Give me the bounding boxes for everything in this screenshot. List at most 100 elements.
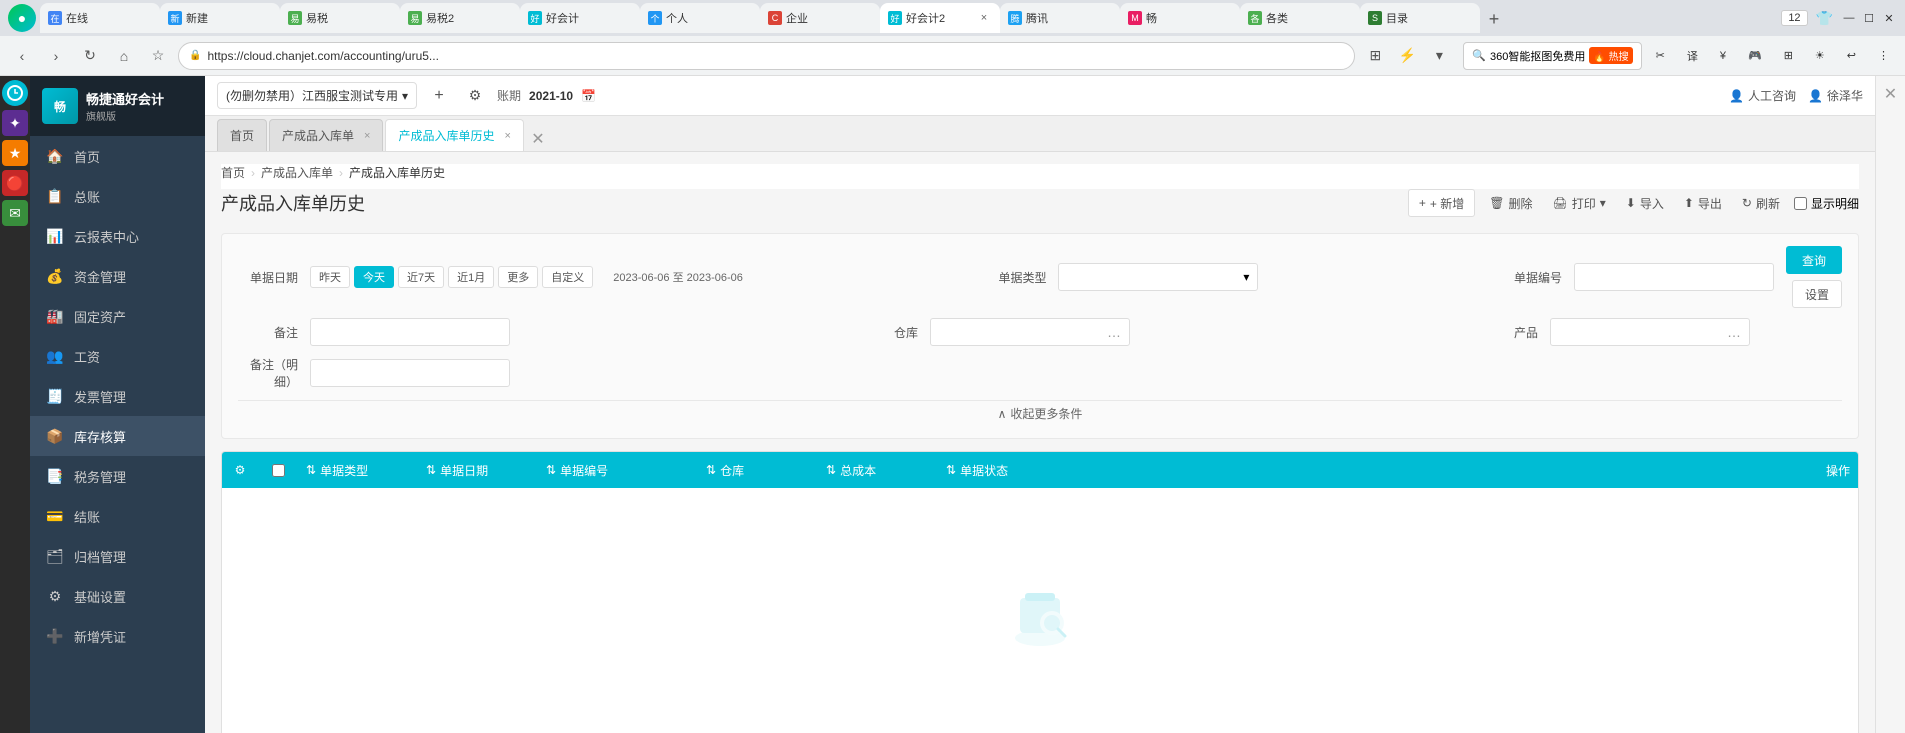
- sidebar-item-settings[interactable]: ⚙ 基础设置: [30, 576, 205, 616]
- close-button[interactable]: ✕: [1881, 10, 1897, 26]
- note-input[interactable]: [310, 318, 510, 346]
- grid-icon[interactable]: ⊞: [1361, 42, 1389, 70]
- delete-button[interactable]: 🗑 删除: [1483, 191, 1538, 216]
- browser-tab-12[interactable]: S 目录: [1360, 3, 1480, 33]
- date-btn-today[interactable]: 今天: [354, 266, 394, 288]
- back-button[interactable]: ‹: [8, 42, 36, 70]
- maximize-button[interactable]: ☐: [1861, 10, 1877, 26]
- app-icon-5[interactable]: ✉: [2, 200, 28, 226]
- lightning-icon[interactable]: ⚡: [1393, 42, 1421, 70]
- forward-button[interactable]: ›: [42, 42, 70, 70]
- theme-btn[interactable]: ☀: [1807, 42, 1833, 70]
- th-warehouse[interactable]: ⇅ 仓库: [698, 462, 818, 479]
- sidebar-item-new-voucher[interactable]: ➕ 新增凭证: [30, 616, 205, 656]
- date-btn-yesterday[interactable]: 昨天: [310, 266, 350, 288]
- tab-close-8[interactable]: ×: [976, 10, 992, 26]
- select-all-checkbox[interactable]: [272, 464, 285, 477]
- scissors-btn[interactable]: ✂: [1648, 42, 1673, 70]
- import-button[interactable]: ⬇ 导入: [1620, 191, 1670, 216]
- service-button[interactable]: 👤 人工咨询: [1729, 87, 1796, 104]
- app-icon-1[interactable]: [2, 80, 28, 106]
- export-button[interactable]: ⬆ 导出: [1678, 191, 1728, 216]
- th-checkbox[interactable]: [258, 464, 298, 477]
- voucher-no-input[interactable]: [1574, 263, 1774, 291]
- new-tab-button[interactable]: +: [1480, 5, 1508, 33]
- sidebar-item-tax[interactable]: 📑 税务管理: [30, 456, 205, 496]
- refresh-browser-button[interactable]: ↻: [76, 42, 104, 70]
- close-all-tabs-button[interactable]: ✕: [526, 127, 550, 151]
- th-type[interactable]: ⇅ 单据类型: [298, 462, 418, 479]
- warehouse-select[interactable]: …: [930, 318, 1130, 346]
- game-btn[interactable]: 🎮: [1740, 42, 1770, 70]
- th-no[interactable]: ⇅ 单据编号: [538, 462, 698, 479]
- app-icon-2[interactable]: ✦: [2, 110, 28, 136]
- sidebar-item-invoice[interactable]: 🧾 发票管理: [30, 376, 205, 416]
- right-panel-close-button[interactable]: ✕: [1884, 84, 1897, 104]
- sidebar-item-checkout[interactable]: 💳 结账: [30, 496, 205, 536]
- address-bar[interactable]: 🔒 https://cloud.chanjet.com/accounting/u…: [178, 42, 1355, 70]
- filter-settings-button[interactable]: 设置: [1792, 280, 1842, 308]
- browser-tab-2[interactable]: 新 新建: [160, 3, 280, 33]
- date-btn-custom[interactable]: 自定义: [542, 266, 593, 288]
- money-btn[interactable]: ¥: [1712, 42, 1734, 70]
- home-browser-button[interactable]: ⌂: [110, 42, 138, 70]
- minimize-button[interactable]: —: [1841, 10, 1857, 26]
- page-tab-home[interactable]: 首页: [217, 119, 267, 151]
- sidebar-item-payroll[interactable]: 👥 工资: [30, 336, 205, 376]
- product-select[interactable]: …: [1550, 318, 1750, 346]
- detail-note-input[interactable]: [310, 359, 510, 387]
- page-tab-inbound[interactable]: 产成品入库单 ×: [269, 119, 383, 151]
- browser-tab-11[interactable]: 各 各类: [1240, 3, 1360, 33]
- sidebar-item-report[interactable]: 📊 云报表中心: [30, 216, 205, 256]
- search-bar[interactable]: 🔍 360智能抠图免费用 🔥 热搜: [1463, 42, 1641, 70]
- sidebar-item-home[interactable]: 🏠 首页: [30, 136, 205, 176]
- more-btn[interactable]: ⋮: [1870, 42, 1897, 70]
- sidebar-item-assets[interactable]: 🏭 固定资产: [30, 296, 205, 336]
- dropdown-icon[interactable]: ▾: [1425, 42, 1453, 70]
- sidebar-item-finance[interactable]: 💰 资金管理: [30, 256, 205, 296]
- date-btn-7days[interactable]: 近7天: [398, 266, 444, 288]
- user-button[interactable]: 👤 徐泽华: [1808, 87, 1863, 104]
- voucher-type-select[interactable]: ▾: [1058, 263, 1258, 291]
- browser-tab-4[interactable]: 易 易税2: [400, 3, 520, 33]
- browser-tab-9[interactable]: 腾 腾讯: [1000, 3, 1120, 33]
- browser-tab-10[interactable]: M 畅: [1120, 3, 1240, 33]
- add-company-button[interactable]: +: [425, 82, 453, 110]
- new-button[interactable]: ++ 新增: [1408, 189, 1475, 217]
- app-icon-3[interactable]: ★: [2, 140, 28, 166]
- th-gear[interactable]: ⚙: [222, 463, 258, 477]
- display-toggle[interactable]: 显示明细: [1794, 195, 1859, 212]
- bookmark-button[interactable]: ☆: [144, 42, 172, 70]
- undo-btn[interactable]: ↩: [1839, 42, 1864, 70]
- browser-tab-6[interactable]: 个 个人: [640, 3, 760, 33]
- th-status[interactable]: ⇅ 单据状态: [938, 462, 1098, 479]
- breadcrumb-home[interactable]: 首页: [221, 164, 245, 181]
- company-selector[interactable]: (勿删勿禁用）江西服宝测试专用 ▾: [217, 82, 417, 109]
- th-date[interactable]: ⇅ 单据日期: [418, 462, 538, 479]
- translate-btn[interactable]: 译: [1679, 42, 1706, 70]
- page-tab-history[interactable]: 产成品入库单历史 ×: [385, 119, 523, 151]
- date-btn-1month[interactable]: 近1月: [448, 266, 494, 288]
- calendar-icon[interactable]: 📅: [581, 89, 596, 103]
- breadcrumb-inbound[interactable]: 产成品入库单: [261, 164, 333, 181]
- browser-tab-7[interactable]: C 企业: [760, 3, 880, 33]
- page-tab-history-close[interactable]: ×: [504, 130, 510, 142]
- page-tab-inbound-close[interactable]: ×: [364, 130, 370, 142]
- sidebar-item-ledger[interactable]: 📋 总账: [30, 176, 205, 216]
- collapse-button[interactable]: ∧ 收起更多条件: [238, 400, 1842, 426]
- date-btn-more[interactable]: 更多: [498, 266, 538, 288]
- apps-btn[interactable]: ⊞: [1776, 42, 1801, 70]
- display-checkbox[interactable]: [1794, 197, 1807, 210]
- company-settings-button[interactable]: ⚙: [461, 82, 489, 110]
- sidebar-item-inventory[interactable]: 📦 库存核算: [30, 416, 205, 456]
- query-button[interactable]: 查询: [1786, 246, 1842, 274]
- print-button[interactable]: 🖨 打印 ▾: [1546, 191, 1611, 216]
- browser-tab-1[interactable]: 在 在线: [40, 3, 160, 33]
- browser-tab-3[interactable]: 易 易税: [280, 3, 400, 33]
- browser-tab-5[interactable]: 好 好会计: [520, 3, 640, 33]
- sidebar-item-archive[interactable]: 🗂 归档管理: [30, 536, 205, 576]
- refresh-button[interactable]: ↻ 刷新: [1736, 191, 1786, 216]
- app-icon-4[interactable]: 🔴: [2, 170, 28, 196]
- browser-tab-8[interactable]: 好 好会计2 ×: [880, 3, 1000, 33]
- th-cost[interactable]: ⇅ 总成本: [818, 462, 938, 479]
